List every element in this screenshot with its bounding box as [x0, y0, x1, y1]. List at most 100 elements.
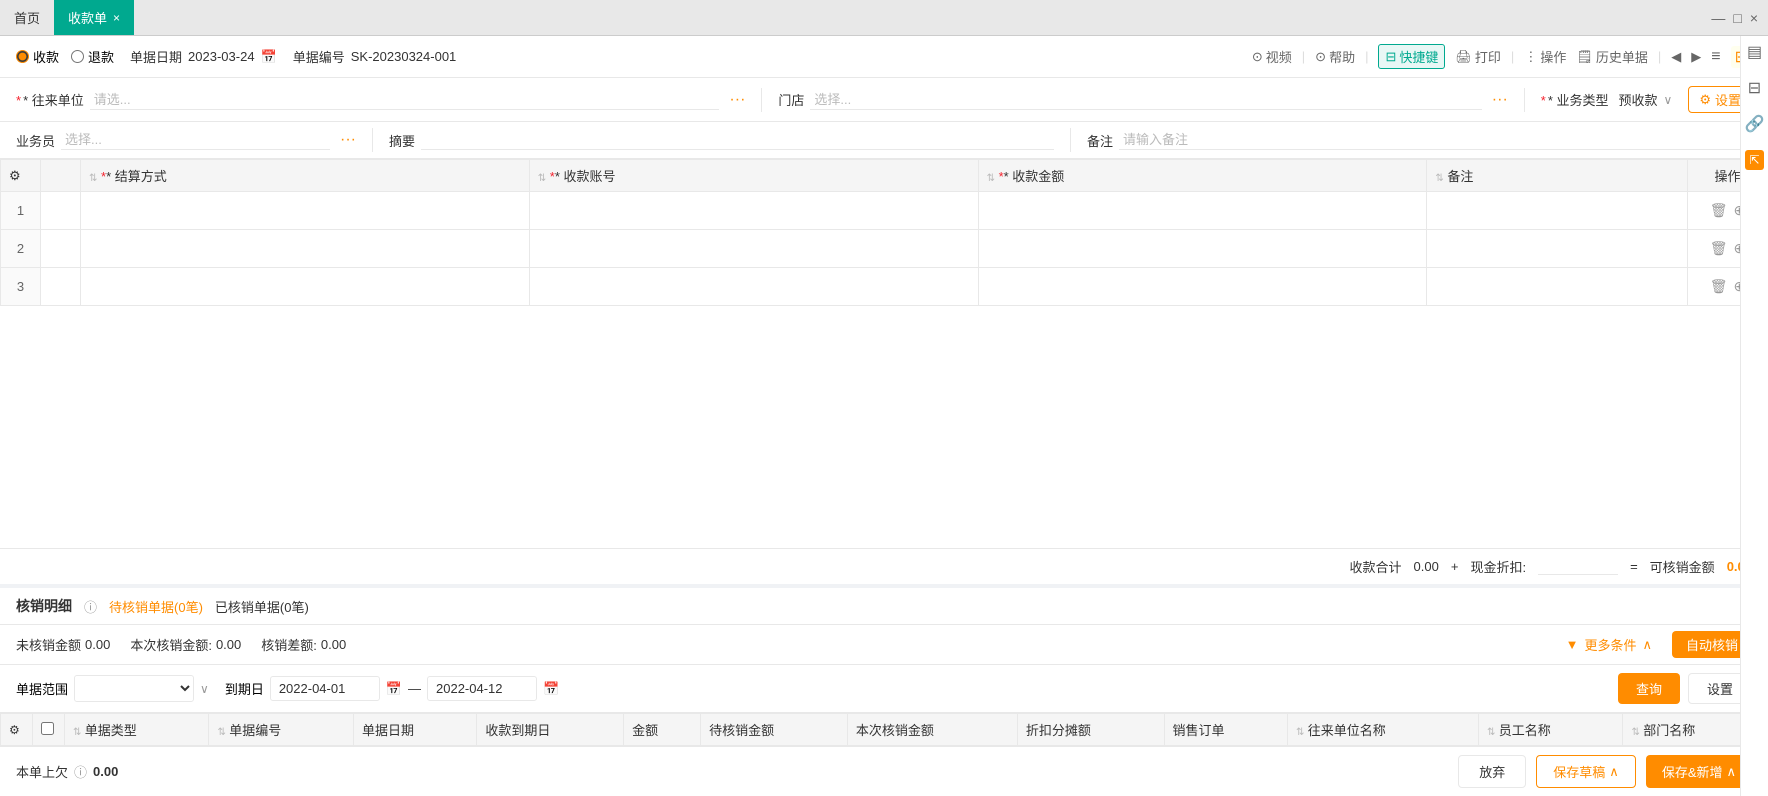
note-group: 备注 — [1087, 130, 1752, 150]
row-num-th — [41, 160, 81, 192]
select-all-checkbox[interactable] — [41, 722, 54, 735]
sidebar-link-icon[interactable]: 🔗 — [1745, 114, 1765, 134]
sidebar-doc-icon[interactable]: ⊟ — [1748, 78, 1761, 98]
counterpart-more-icon[interactable]: ··· — [729, 91, 745, 109]
shortcut-icon: ⊟ — [1385, 49, 1396, 65]
table-row: 1 🗑 ⊕ — [1, 192, 1768, 230]
business-type-dropdown-icon[interactable]: ∨ — [1664, 93, 1673, 107]
pending-tab[interactable]: 待核销单据(0笔) — [109, 597, 203, 616]
date-field: 单据日期 2023-03-24 📅 — [130, 47, 277, 66]
discount-input[interactable] — [1538, 559, 1618, 575]
number-field: 单据编号 SK-20230324-001 — [293, 47, 457, 66]
bt-staff-th: ⇅ 员工名称 — [1479, 714, 1623, 746]
save-draft-btn[interactable]: 保存草稿 ∧ — [1536, 755, 1636, 788]
more-conditions-btn[interactable]: ▼ 更多条件 ∧ — [1566, 635, 1652, 654]
table-row: 2 🗑 ⊕ — [1, 230, 1768, 268]
bt-counterpart-th: ⇅ 往来单位名称 — [1288, 714, 1479, 746]
verification-info-icon[interactable]: ⓘ — [84, 597, 97, 616]
right-sidebar: ▤ ⊟ 🔗 ⇱ — [1740, 36, 1768, 796]
footer-info: 本单上欠 ⓘ 0.00 — [16, 762, 118, 781]
main-content: 收款 退款 单据日期 2023-03-24 📅 单据编号 SK-20230324… — [0, 36, 1768, 796]
date-end-input[interactable] — [427, 676, 537, 701]
staff-input[interactable] — [61, 130, 330, 150]
account-th: ⇅ ** 收款账号 — [529, 160, 978, 192]
row-delete-icon[interactable]: 🗑 — [1710, 202, 1728, 219]
current-stat: 本次核销金额: 0.00 — [130, 635, 241, 654]
list-view-icon[interactable]: ≡ — [1711, 48, 1720, 66]
store-input[interactable] — [810, 90, 1481, 110]
bt-checkbox-th[interactable] — [33, 714, 65, 746]
note-input[interactable] — [1119, 130, 1752, 150]
nav-next-icon[interactable]: ▶ — [1691, 49, 1701, 65]
table-settings-th[interactable]: ⚙ — [1, 160, 41, 192]
video-btn[interactable]: ⊙ 视频 — [1252, 47, 1292, 66]
tab-home[interactable]: 首页 — [0, 0, 54, 35]
collection-table: ⚙ ⇅ ** 结算方式 ⇅ ** 收款账号 ⇅ ** 收款金额 ⇅ 备注 操作 … — [0, 159, 1768, 306]
calendar-end-icon[interactable]: 📅 — [543, 681, 559, 697]
window-close-btn[interactable]: × — [1750, 10, 1758, 26]
radio-group: 收款 退款 — [16, 47, 114, 66]
done-tab[interactable]: 已核销单据(0笔) — [215, 597, 309, 616]
row-delete-icon[interactable]: 🗑 — [1710, 278, 1728, 295]
radio-refund[interactable]: 退款 — [71, 47, 114, 66]
store-more-icon[interactable]: ··· — [1492, 91, 1508, 109]
radio-collection[interactable]: 收款 — [16, 47, 59, 66]
bt-settings-th[interactable]: ⚙ — [1, 714, 33, 746]
range-select[interactable] — [74, 675, 194, 702]
abandon-btn[interactable]: 放弃 — [1458, 755, 1526, 788]
print-btn[interactable]: 🖨 打印 — [1455, 47, 1501, 66]
bt-current-th: 本次核销金额 — [847, 714, 1017, 746]
form-header: 收款 退款 单据日期 2023-03-24 📅 单据编号 SK-20230324… — [0, 36, 1768, 78]
window-max-btn[interactable]: □ — [1733, 10, 1741, 26]
amount-th: ⇅ ** 收款金额 — [978, 160, 1427, 192]
tab-close-icon[interactable]: × — [113, 11, 120, 25]
staff-more-icon[interactable]: ··· — [340, 131, 356, 149]
sidebar-table-icon[interactable]: ▤ — [1747, 42, 1762, 62]
business-type-group: ** 业务类型 预收款 ∨ — [1541, 90, 1673, 109]
query-btn[interactable]: 查询 — [1618, 673, 1680, 704]
header-toolbar: ⊙ 视频 | ⊙ 帮助 | ⊟ 快捷键 🖨 打印 | ⋮ 操作 — [1252, 44, 1752, 69]
range-dropdown-icon[interactable]: ∨ — [200, 682, 209, 696]
window-controls: — □ × — [1711, 10, 1768, 26]
window-min-btn[interactable]: — — [1711, 10, 1725, 26]
bt-amount-th: 金额 — [624, 714, 701, 746]
sidebar-expand-icon[interactable]: ⇱ — [1745, 150, 1763, 170]
bt-pending-th: 待核销金额 — [701, 714, 848, 746]
table-row: 3 🗑 ⊕ — [1, 268, 1768, 306]
verification-panel: 核销明细 ⓘ 待核销单据(0笔) 已核销单据(0笔) 未核销金额 0.00 本次… — [0, 584, 1768, 746]
tab-bar: 首页 收款单 × — □ × — [0, 0, 1768, 36]
summary-row: 收款合计 0.00 + 现金折扣: = 可核销金额 0.00 — [0, 548, 1768, 584]
bt-discount-th: 折扣分摊额 — [1017, 714, 1164, 746]
history-icon: 🗒 — [1576, 49, 1593, 65]
unverified-stat: 未核销金额 0.00 — [16, 635, 110, 654]
settings-gear-icon: ⚙ — [1699, 92, 1711, 108]
help-btn[interactable]: ⊙ 帮助 — [1315, 47, 1355, 66]
counterpart-input[interactable] — [90, 90, 720, 110]
row-delete-icon[interactable]: 🗑 — [1710, 240, 1728, 257]
verification-table: ⚙ ⇅ 单据类型 ⇅ 单据编号 单据日期 收款到期日 金额 待核销金额 本次核销… — [0, 713, 1768, 746]
save-new-dropdown-icon[interactable]: ∧ — [1726, 764, 1736, 780]
tab-collection[interactable]: 收款单 × — [54, 0, 134, 35]
nav-prev-icon[interactable]: ◀ — [1671, 49, 1681, 65]
date-calendar-icon[interactable]: 📅 — [261, 49, 277, 65]
verification-header: 核销明细 ⓘ 待核销单据(0笔) 已核销单据(0笔) — [0, 588, 1768, 625]
print-icon: 🖨 — [1455, 49, 1472, 65]
save-new-btn[interactable]: 保存&新增 ∧ — [1646, 755, 1752, 788]
operation-icon: ⋮ — [1524, 49, 1537, 65]
filter-row: 单据范围 ∨ 到期日 📅 — 📅 查询 设置 — [0, 665, 1768, 713]
table-wrapper: ⚙ ⇅ ** 结算方式 ⇅ ** 收款账号 ⇅ ** 收款金额 ⇅ 备注 操作 … — [0, 159, 1768, 548]
history-btn[interactable]: 🗒 历史单据 — [1576, 47, 1648, 66]
date-filter-group: 到期日 📅 — 📅 — [225, 676, 559, 701]
counterpart-group: ** 往来单位 ··· — [16, 90, 745, 110]
filter-icon: ▼ — [1566, 637, 1579, 652]
date-start-input[interactable] — [270, 676, 380, 701]
video-icon: ⊙ — [1252, 49, 1263, 65]
shortcut-btn[interactable]: ⊟ 快捷键 — [1378, 44, 1445, 69]
save-draft-dropdown-icon[interactable]: ∧ — [1609, 764, 1619, 780]
note-th: ⇅ 备注 — [1427, 160, 1688, 192]
operation-btn[interactable]: ⋮ 操作 — [1524, 47, 1566, 66]
bt-type-th: ⇅ 单据类型 — [65, 714, 209, 746]
filter-right-btns: 查询 设置 — [1618, 673, 1752, 704]
calendar-start-icon[interactable]: 📅 — [386, 681, 402, 697]
summary-input[interactable] — [421, 130, 1054, 150]
